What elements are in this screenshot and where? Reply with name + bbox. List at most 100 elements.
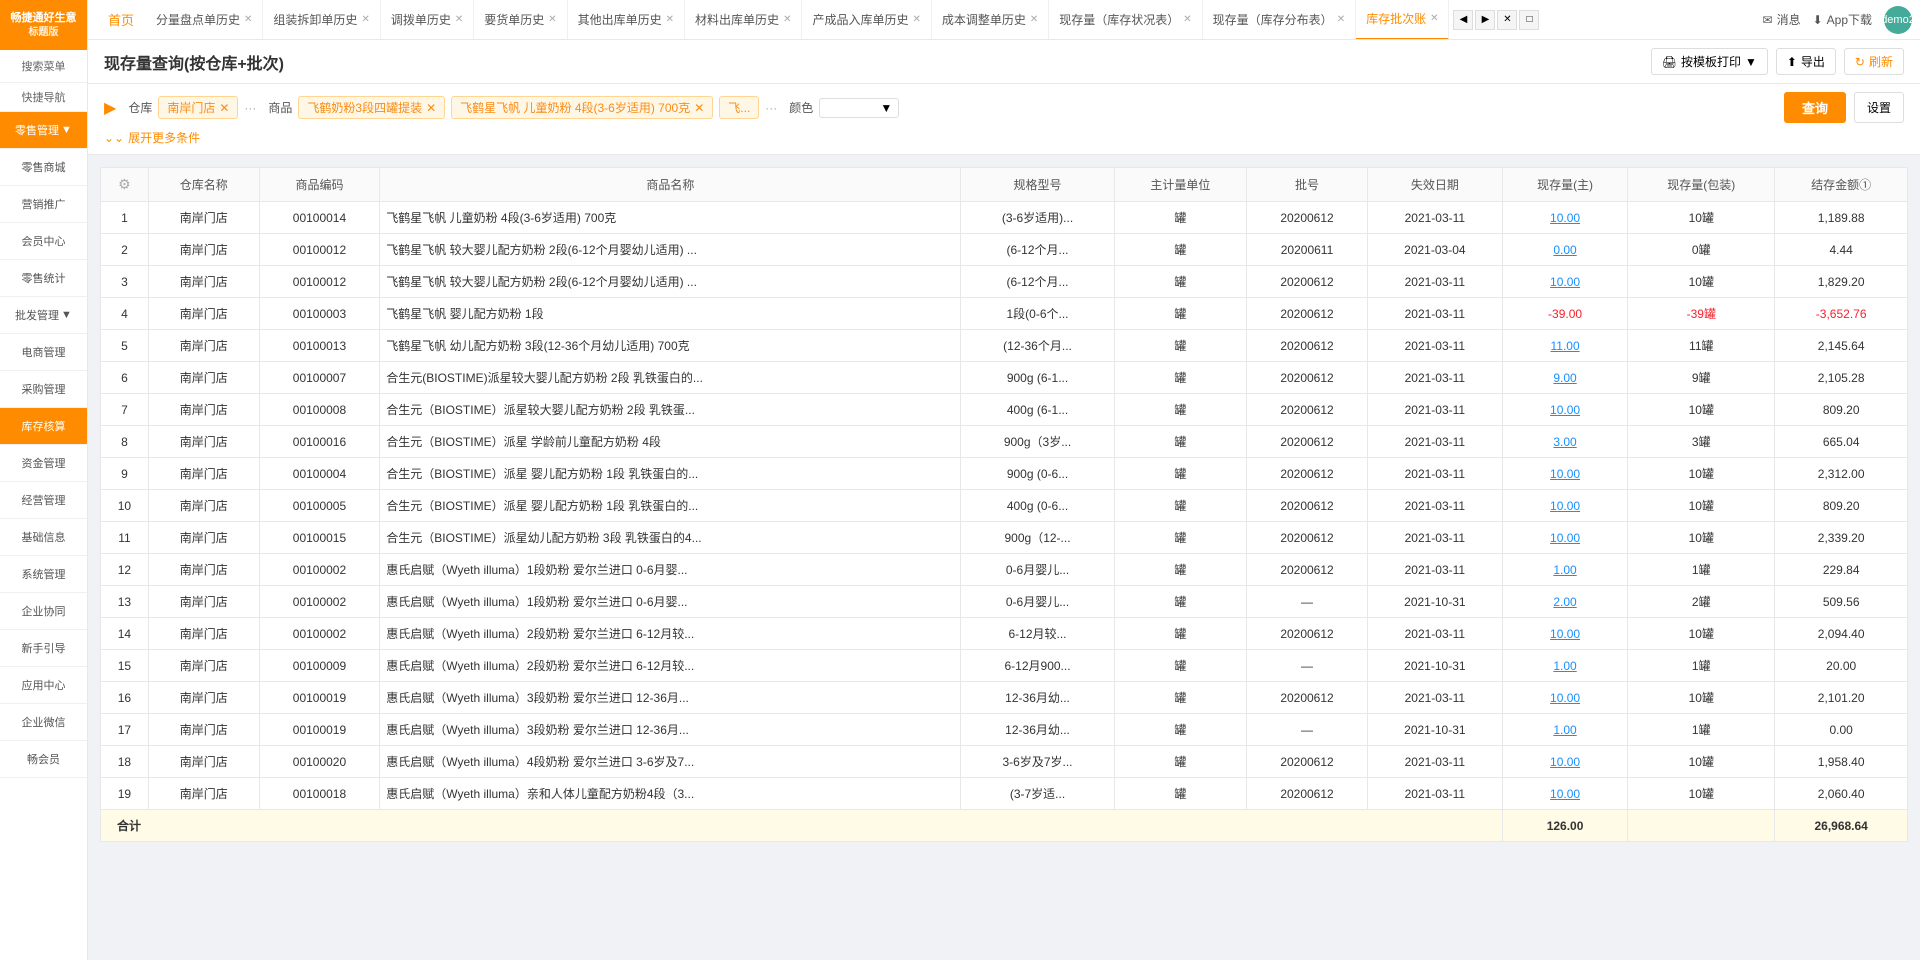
cell-qty-main[interactable]: 10.00 — [1502, 778, 1627, 810]
color-dropdown-arrow: ▼ — [880, 101, 892, 115]
product-tag-0-remove[interactable]: ✕ — [426, 101, 436, 115]
sidebar-item-member[interactable]: 会员中心 — [0, 223, 87, 260]
sidebar-item-guide[interactable]: 新手引导 — [0, 630, 87, 667]
tab-other-out[interactable]: 其他出库单历史 ✕ — [568, 0, 685, 40]
warehouse-tag[interactable]: 南岸门店 ✕ — [158, 96, 238, 119]
warehouse-more[interactable]: ··· — [244, 101, 256, 115]
app-download-button[interactable]: ⬇ App下载 — [1813, 11, 1872, 28]
sidebar-item-system[interactable]: 系统管理 — [0, 556, 87, 593]
search-menu[interactable]: 搜索菜单 — [0, 50, 87, 83]
tab-close-5[interactable]: ✕ — [783, 14, 791, 25]
product-tag-1-remove[interactable]: ✕ — [694, 101, 704, 115]
gear-icon[interactable]: ⚙ — [118, 176, 131, 192]
sidebar-item-enterprise[interactable]: 企业协同 — [0, 593, 87, 630]
product-more-dots[interactable]: ··· — [765, 101, 777, 115]
refresh-button[interactable]: ↻ 刷新 — [1844, 48, 1904, 75]
cell-qty-main[interactable]: 10.00 — [1502, 490, 1627, 522]
cell-qty-main[interactable]: 10.00 — [1502, 682, 1627, 714]
cell-code: 00100003 — [259, 298, 380, 330]
tab-prev-btn[interactable]: ◀ — [1453, 10, 1473, 30]
sidebar-item-wholesale[interactable]: 批发管理 ▼ — [0, 297, 87, 334]
tab-close-3[interactable]: ✕ — [548, 14, 556, 25]
tab-close-10[interactable]: ✕ — [1430, 13, 1438, 24]
sidebar-item-ecommerce[interactable]: 电商管理 — [0, 334, 87, 371]
tab-close-9[interactable]: ✕ — [1337, 14, 1345, 25]
cell-qty-main[interactable]: 10.00 — [1502, 618, 1627, 650]
cell-batch: 20200612 — [1247, 330, 1368, 362]
cell-spec: 6-12月900... — [961, 650, 1114, 682]
cell-qty-main[interactable]: 1.00 — [1502, 554, 1627, 586]
sidebar-item-marketing[interactable]: 营销推广 — [0, 186, 87, 223]
quick-nav[interactable]: 快捷导航 — [0, 83, 87, 112]
sidebar-item-apps[interactable]: 应用中心 — [0, 667, 87, 704]
filter-expand-arrow[interactable]: ▶ — [104, 98, 116, 118]
tab-stock-dist[interactable]: 现存量（库存分布表） ✕ — [1203, 0, 1356, 40]
tab-next-btn[interactable]: ▶ — [1475, 10, 1495, 30]
cell-qty-main[interactable]: 10.00 — [1502, 266, 1627, 298]
tab-close-4[interactable]: ✕ — [666, 14, 674, 25]
col-code: 商品编码 — [259, 168, 380, 202]
sidebar-item-wechat[interactable]: 企业微信 — [0, 704, 87, 741]
sidebar-item-purchase[interactable]: 采购管理 — [0, 371, 87, 408]
tab-assembly[interactable]: 组装拆卸单历史 ✕ — [263, 0, 380, 40]
warehouse-remove-btn[interactable]: ✕ — [219, 101, 229, 115]
sidebar-item-basic[interactable]: 基础信息 — [0, 519, 87, 556]
cell-amount: 2,105.28 — [1775, 362, 1908, 394]
tab-home[interactable]: 首页 — [96, 10, 146, 29]
tab-stock-batch[interactable]: 库存批次账 ✕ — [1356, 0, 1449, 40]
cell-qty-main[interactable]: 10.00 — [1502, 746, 1627, 778]
cell-name: 合生元（BIOSTIME）派星 学龄前儿童配方奶粉 4段 — [380, 426, 961, 458]
expand-more-btn[interactable]: ⌄⌄ 展开更多条件 — [104, 129, 1904, 146]
cell-qty-main[interactable]: 10.00 — [1502, 202, 1627, 234]
sidebar-item-inventory[interactable]: 库存核算 — [0, 408, 87, 445]
tab-close-all-btn[interactable]: ✕ — [1497, 10, 1517, 30]
tab-transfer[interactable]: 调拨单历史 ✕ — [381, 0, 474, 40]
export-button[interactable]: ⬆ 导出 — [1776, 48, 1836, 75]
cell-qty-main[interactable]: 10.00 — [1502, 394, 1627, 426]
settings-button[interactable]: 设置 — [1854, 92, 1904, 123]
sidebar-item-stats[interactable]: 零售统计 — [0, 260, 87, 297]
tab-product-in[interactable]: 产成品入库单历史 ✕ — [802, 0, 931, 40]
message-button[interactable]: ✉ 消息 — [1763, 11, 1801, 28]
sidebar-item-shop[interactable]: 零售商城 — [0, 149, 87, 186]
product-tag-1[interactable]: 飞鹤星飞帆 儿童奶粉 4段(3-6岁适用) 700克 ✕ — [451, 96, 713, 119]
tab-close-8[interactable]: ✕ — [1183, 14, 1191, 25]
template-print-button[interactable]: 🖨 按模板打印 ▼ — [1651, 48, 1768, 75]
tab-close-6[interactable]: ✕ — [912, 14, 920, 25]
cell-unit: 罐 — [1114, 522, 1247, 554]
tab-close-0[interactable]: ✕ — [244, 14, 252, 25]
cell-qty-main[interactable]: 2.00 — [1502, 586, 1627, 618]
sidebar-item-retail[interactable]: 零售管理 ▼ — [0, 112, 87, 149]
product-tag-0[interactable]: 飞鹤奶粉3段四罐提装 ✕ — [298, 96, 445, 119]
color-dropdown[interactable]: ▼ — [819, 98, 899, 118]
tab-close-1[interactable]: ✕ — [361, 14, 369, 25]
cell-qty-main[interactable]: 9.00 — [1502, 362, 1627, 394]
tab-stock-status[interactable]: 现存量（库存状况表） ✕ — [1049, 0, 1202, 40]
tab-cost-adj[interactable]: 成本调整单历史 ✕ — [932, 0, 1049, 40]
cell-batch: — — [1247, 714, 1368, 746]
sidebar-item-finance[interactable]: 资金管理 — [0, 445, 87, 482]
cell-qty-main[interactable]: 1.00 — [1502, 714, 1627, 746]
tab-close-2[interactable]: ✕ — [455, 14, 463, 25]
avatar[interactable]: demo2 — [1884, 6, 1912, 34]
sidebar-item-operations[interactable]: 经营管理 — [0, 482, 87, 519]
tab-requisition[interactable]: 要货单历史 ✕ — [474, 0, 567, 40]
cell-code: 00100020 — [259, 746, 380, 778]
tab-expand-btn[interactable]: □ — [1519, 10, 1539, 30]
cell-qty-main[interactable]: 0.00 — [1502, 234, 1627, 266]
cell-qty-main[interactable]: 11.00 — [1502, 330, 1627, 362]
tab-inventory-history[interactable]: 分量盘点单历史 ✕ — [146, 0, 263, 40]
query-button[interactable]: 查询 — [1784, 92, 1846, 123]
cell-qty-main[interactable]: 3.00 — [1502, 426, 1627, 458]
cell-qty-main[interactable]: 1.00 — [1502, 650, 1627, 682]
summary-row: 合计 126.00 26,968.64 — [101, 810, 1908, 842]
product-tag-more[interactable]: 飞... — [719, 96, 759, 119]
cell-qty-main[interactable]: 10.00 — [1502, 458, 1627, 490]
sidebar-item-vip[interactable]: 畅会员 — [0, 741, 87, 778]
cell-spec: (3-6岁适用)... — [961, 202, 1114, 234]
cell-qty-main[interactable]: 10.00 — [1502, 522, 1627, 554]
cell-qty-pkg: 3罐 — [1628, 426, 1775, 458]
tab-material-out[interactable]: 材料出库单历史 ✕ — [685, 0, 802, 40]
cell-qty-main[interactable]: -39.00 — [1502, 298, 1627, 330]
tab-close-7[interactable]: ✕ — [1030, 14, 1038, 25]
